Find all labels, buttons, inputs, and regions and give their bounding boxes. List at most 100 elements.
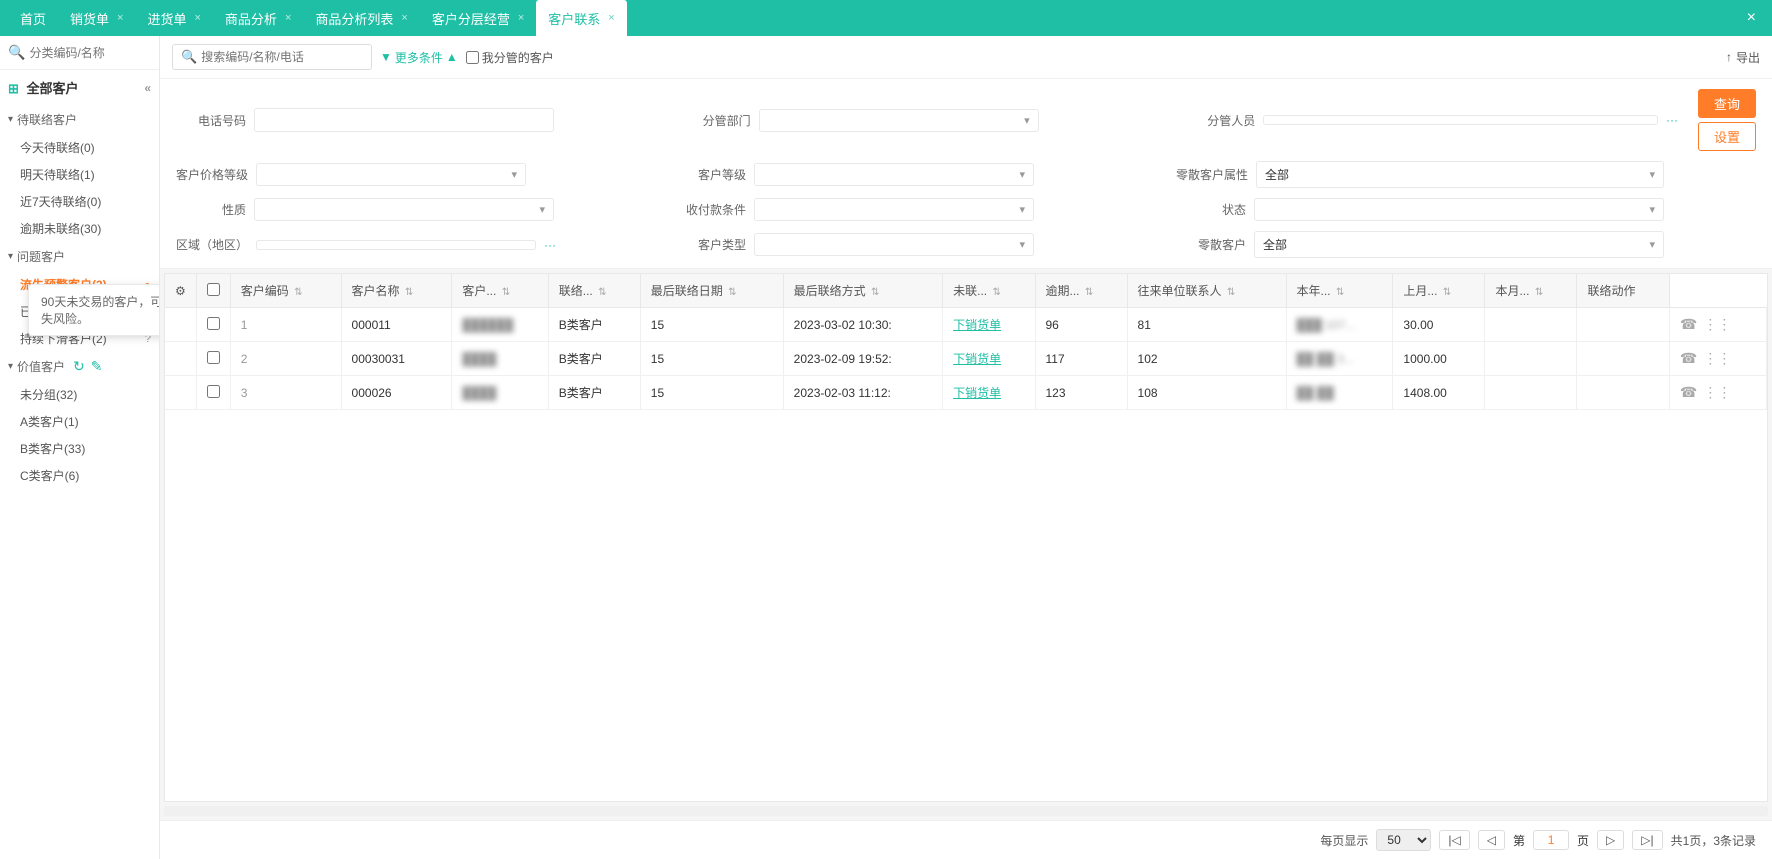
row-checkbox[interactable]: [196, 376, 230, 410]
content-area: 🔍 ▼ 更多条件 ▲ 我分管的客户 ↑ 导出 电话号码: [160, 36, 1772, 859]
export-button[interactable]: ↑ 导出: [1726, 49, 1760, 66]
sidebar-item-class-a[interactable]: A类客户(1): [0, 408, 159, 435]
last-contact-method[interactable]: 下销货单: [943, 376, 1035, 410]
sidebar-item-today-contact[interactable]: 今天待联络(0): [0, 134, 159, 161]
th-not-contact[interactable]: 未联... ⇅: [943, 274, 1035, 308]
sidebar-item-unclassified[interactable]: 未分组(32): [0, 381, 159, 408]
filter-manager-select[interactable]: [1263, 115, 1658, 125]
select-all-checkbox[interactable]: [207, 283, 220, 296]
th-last-contact-date[interactable]: 最后联络日期 ⇅: [640, 274, 783, 308]
nav-customer-segmentation[interactable]: 客户分层经营 ×: [420, 0, 536, 36]
close-icon[interactable]: ×: [117, 12, 123, 24]
search-input[interactable]: [201, 50, 363, 64]
last-contact-method[interactable]: 下销货单: [943, 342, 1035, 376]
th-code[interactable]: 客户编码 ⇅: [230, 274, 341, 308]
filter-region-select[interactable]: [256, 240, 536, 250]
nav-product-analysis[interactable]: 商品分析 ×: [213, 0, 303, 36]
nav-home[interactable]: 首页: [8, 0, 58, 36]
page-label: 第: [1513, 832, 1525, 849]
top-navigation: 首页 销货单 × 进货单 × 商品分析 × 商品分析列表 × 客户分层经营 × …: [0, 0, 1772, 36]
not-contact-days: 123: [1035, 376, 1127, 410]
th-overdue[interactable]: 逾期... ⇅: [1035, 274, 1127, 308]
filter-customer-type-select[interactable]: ▾: [754, 233, 1034, 256]
row-checkbox[interactable]: [196, 342, 230, 376]
filter-customer-level-select[interactable]: ▾: [754, 163, 1034, 186]
settings-button[interactable]: 设置: [1698, 122, 1756, 151]
page-size-select[interactable]: 50 100: [1376, 829, 1431, 851]
nav-purchase[interactable]: 进货单 ×: [135, 0, 212, 36]
th-last-contact-method[interactable]: 最后联络方式 ⇅: [783, 274, 942, 308]
th-contact-person[interactable]: 往来单位联系人 ⇅: [1127, 274, 1286, 308]
filter-manager-label: 分管人员: [1185, 112, 1255, 129]
more-action-icon[interactable]: ⋮⋮: [1703, 384, 1731, 401]
contact-action-icon[interactable]: ☎: [1680, 384, 1697, 401]
edit-icon[interactable]: ✎: [91, 358, 103, 375]
th-name[interactable]: 客户名称 ⇅: [341, 274, 452, 308]
filter-price-level-select[interactable]: ▾: [256, 163, 526, 186]
page-number-input[interactable]: [1533, 830, 1569, 850]
nav-customer-contact[interactable]: 客户联系 ×: [536, 0, 626, 36]
prev-page-button[interactable]: ◁: [1478, 830, 1505, 850]
sidebar-item-class-c[interactable]: C类客户(6): [0, 462, 159, 489]
sidebar-all-customers[interactable]: ⊞ 全部客户 «: [0, 70, 159, 105]
collapse-button[interactable]: «: [144, 81, 151, 95]
row-checkbox[interactable]: [196, 308, 230, 342]
filter-retail-attr-select[interactable]: 全部 ▾: [1256, 161, 1664, 188]
my-customers-checkbox[interactable]: 我分管的客户: [466, 49, 554, 66]
overdue-days: 81: [1127, 308, 1286, 342]
sidebar-section-problem-customers[interactable]: ▾ 问题客户: [0, 242, 159, 271]
sidebar-section-value-customers[interactable]: ▾ 价值客户 ↻ ✎: [0, 352, 159, 381]
contact-person: ███ 107...: [1286, 308, 1393, 342]
filter-payment-select[interactable]: ▾: [754, 198, 1034, 221]
first-page-button[interactable]: |◁: [1439, 830, 1469, 850]
last-month-amount: [1485, 342, 1577, 376]
th-this-year[interactable]: 本年... ⇅: [1286, 274, 1393, 308]
th-last-month[interactable]: 上月... ⇅: [1393, 274, 1485, 308]
close-icon[interactable]: ×: [401, 12, 407, 24]
settings-col-header[interactable]: ⚙: [165, 274, 196, 308]
sidebar-item-tomorrow-contact[interactable]: 明天待联络(1): [0, 161, 159, 188]
contact-count: 15: [640, 308, 783, 342]
next-page-button[interactable]: ▷: [1597, 830, 1624, 850]
more-conditions-button[interactable]: ▼ 更多条件 ▲: [380, 49, 458, 66]
contact-count: 15: [640, 376, 783, 410]
more-button[interactable]: ···: [1666, 113, 1678, 127]
close-icon[interactable]: ×: [194, 12, 200, 24]
close-icon[interactable]: ×: [518, 12, 524, 24]
more-action-icon[interactable]: ⋮⋮: [1703, 316, 1731, 333]
filter-phone-input[interactable]: [254, 108, 554, 132]
more-button[interactable]: ···: [544, 238, 556, 252]
my-customers-check[interactable]: [466, 51, 479, 64]
contact-action-icon[interactable]: ☎: [1680, 350, 1697, 367]
sidebar-item-overdue-contact[interactable]: 逾期未联络(30): [0, 215, 159, 242]
th-customer-type[interactable]: 客户... ⇅: [452, 274, 548, 308]
scrollbar[interactable]: [164, 806, 1768, 816]
not-contact-days: 96: [1035, 308, 1127, 342]
filter-nature-select[interactable]: ▾: [254, 198, 554, 221]
filter-status-select[interactable]: ▾: [1254, 198, 1664, 221]
sidebar-item-week-contact[interactable]: 近7天待联络(0): [0, 188, 159, 215]
th-this-month[interactable]: 本月... ⇅: [1485, 274, 1577, 308]
more-action-icon[interactable]: ⋮⋮: [1703, 350, 1731, 367]
contact-action-icon[interactable]: ☎: [1680, 316, 1697, 333]
nav-close-all-button[interactable]: ×: [1739, 9, 1764, 27]
last-page-button[interactable]: ▷|: [1632, 830, 1662, 850]
filter-retail-customer-select[interactable]: 全部 ▾: [1254, 231, 1664, 258]
th-contact[interactable]: 联络... ⇅: [548, 274, 640, 308]
filter-department-select[interactable]: ▾: [759, 109, 1039, 132]
close-icon[interactable]: ×: [285, 12, 291, 24]
close-icon[interactable]: ×: [608, 12, 614, 24]
last-contact-method[interactable]: 下销货单: [943, 308, 1035, 342]
nav-sales[interactable]: 销货单 ×: [58, 0, 135, 36]
search-input-wrap[interactable]: 🔍: [172, 44, 372, 70]
nav-product-analysis-list[interactable]: 商品分析列表 ×: [303, 0, 419, 36]
sidebar-section-pending-contact[interactable]: ▾ 待联络客户: [0, 105, 159, 134]
refresh-icon[interactable]: ↻: [73, 358, 85, 375]
sidebar-search-input[interactable]: [29, 46, 151, 60]
filter-department-label: 分管部门: [681, 112, 751, 129]
sidebar-item-class-b[interactable]: B类客户(33): [0, 435, 159, 462]
filter-region: 区域（地区） ···: [176, 236, 664, 253]
checkbox-col-header[interactable]: [196, 274, 230, 308]
query-button[interactable]: 查询: [1698, 89, 1756, 118]
customer-name: ████: [452, 342, 548, 376]
